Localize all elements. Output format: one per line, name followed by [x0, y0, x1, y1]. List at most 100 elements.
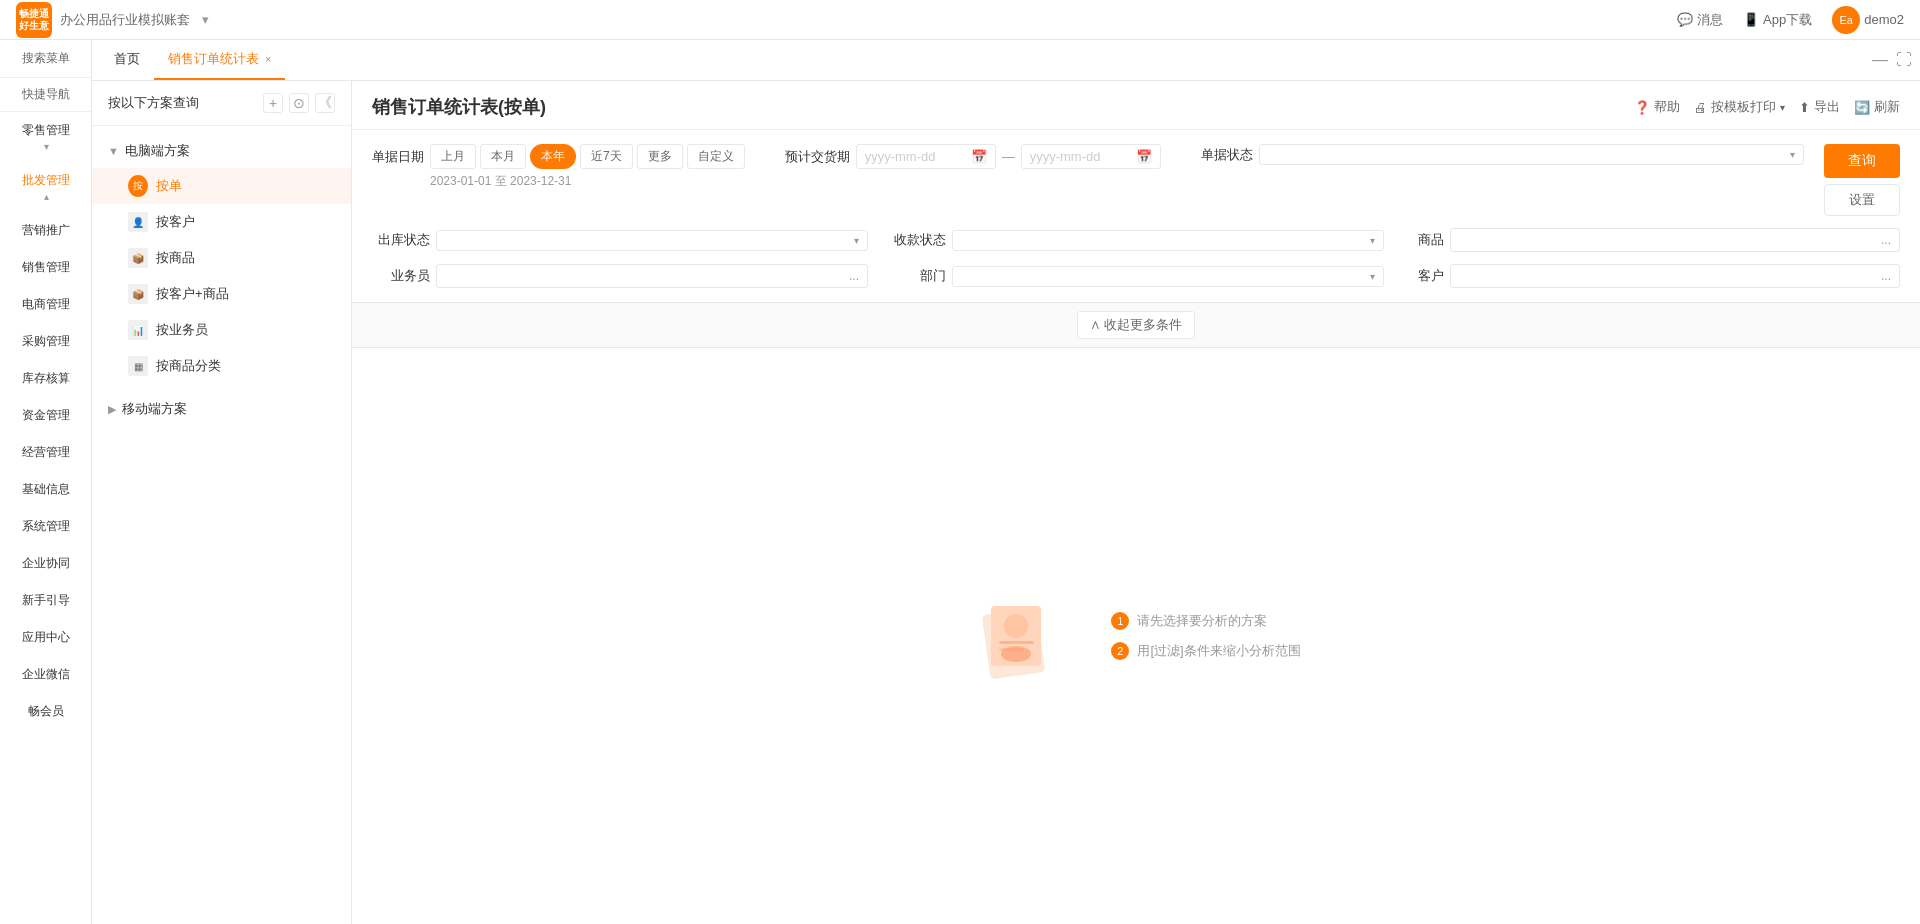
export-btn[interactable]: ⬆ 导出	[1799, 98, 1840, 116]
sidebar-item-quick-nav[interactable]: 快捷导航	[0, 78, 91, 112]
goods-filter-group: 商品 ...	[1404, 228, 1900, 252]
tab-actions: — ⛶	[1872, 51, 1912, 69]
salesperson-input[interactable]: ...	[436, 264, 868, 288]
app-icon: 📱	[1743, 12, 1759, 27]
expected-date-start[interactable]: yyyy-mm-dd 📅	[856, 144, 996, 169]
right-panel: 销售订单统计表(按单) ❓ 帮助 🖨 按模板打印 ▾ ⬆	[352, 81, 1920, 924]
dept-select[interactable]: ▾	[952, 266, 1384, 287]
empty-tip-1: 1 请先选择要分析的方案	[1111, 612, 1300, 630]
topbar-left: 畅捷通好生意 办公用品行业模拟账套 ▾	[16, 2, 209, 38]
sidebar-item-purchase[interactable]: 采购管理	[0, 323, 91, 360]
sidebar-finance-label: 资金管理	[22, 407, 70, 424]
sidebar-item-retail[interactable]: 零售管理 ▾	[0, 112, 91, 162]
tip-2-num: 2	[1111, 642, 1129, 660]
empty-state: 1 请先选择要分析的方案 2 用[过滤]条件来缩小分析范围	[352, 348, 1920, 924]
app-download-btn[interactable]: 📱 App下载	[1743, 11, 1812, 29]
status-filter-group: 单据状态 ▾	[1201, 144, 1804, 165]
calendar-end-icon: 📅	[1136, 149, 1152, 164]
workspace-arrow[interactable]: ▾	[202, 12, 209, 27]
sidebar-cooperation-label: 企业协同	[22, 555, 70, 572]
date-btn-this-month[interactable]: 本月	[480, 144, 526, 169]
export-icon: ⬆	[1799, 100, 1810, 115]
sidebar-quick-nav-label: 快捷导航	[22, 87, 70, 101]
expected-date-end[interactable]: yyyy-mm-dd 📅	[1021, 144, 1161, 169]
add-scheme-btn[interactable]: +	[263, 93, 283, 113]
date-btn-last-month[interactable]: 上月	[430, 144, 476, 169]
sidebar-item-management[interactable]: 经营管理	[0, 434, 91, 471]
sidebar-item-wechat[interactable]: 企业微信	[0, 656, 91, 693]
date-btn-7days[interactable]: 近7天	[580, 144, 633, 169]
left-panel-title: 按以下方案查询	[108, 94, 199, 112]
user-profile[interactable]: Ea demo2	[1832, 6, 1904, 34]
scheme-by-goods-label: 按商品	[156, 249, 195, 267]
sidebar-item-basic[interactable]: 基础信息	[0, 471, 91, 508]
date-btn-custom[interactable]: 自定义	[687, 144, 745, 169]
tree-child-by-category[interactable]: ▦ 按商品分类	[92, 348, 351, 384]
tab-minimize-icon[interactable]: —	[1872, 51, 1888, 69]
sidebar-item-cooperation[interactable]: 企业协同	[0, 545, 91, 582]
date-dash: —	[1002, 149, 1015, 164]
sidebar-item-vip[interactable]: 畅会员	[0, 693, 91, 730]
sidebar: 搜索菜单 快捷导航 零售管理 ▾ 批发管理 ▴ 营销推广 销售管理 电商管理 采…	[0, 40, 92, 924]
customer-filter-group: 客户 ...	[1404, 264, 1900, 288]
sidebar-item-finance[interactable]: 资金管理	[0, 397, 91, 434]
sidebar-item-marketing[interactable]: 营销推广	[0, 212, 91, 249]
refresh-btn[interactable]: 🔄 刷新	[1854, 98, 1900, 116]
action-buttons: 查询 设置	[1824, 144, 1900, 216]
tip-1-num: 1	[1111, 612, 1129, 630]
topbar-right: 💬 消息 📱 App下载 Ea demo2	[1677, 6, 1904, 34]
sidebar-item-app-center[interactable]: 应用中心	[0, 619, 91, 656]
tab-home[interactable]: 首页	[100, 40, 154, 80]
tree-parent-pc[interactable]: ▼ 电脑端方案	[92, 134, 351, 168]
dept-label: 部门	[888, 267, 946, 285]
sidebar-item-system[interactable]: 系统管理	[0, 508, 91, 545]
customer-input[interactable]: ...	[1450, 264, 1900, 288]
delivery-select[interactable]: ▾	[436, 230, 868, 251]
tree-parent-mobile[interactable]: ▶ 移动端方案	[92, 392, 351, 426]
tab-close-icon[interactable]: ×	[265, 53, 271, 65]
sidebar-item-sales[interactable]: 销售管理	[0, 249, 91, 286]
query-button[interactable]: 查询	[1824, 144, 1900, 178]
payment-select[interactable]: ▾	[952, 230, 1384, 251]
tree-child-by-customer[interactable]: 👤 按客户	[92, 204, 351, 240]
tab-maximize-icon[interactable]: ⛶	[1896, 51, 1912, 69]
sidebar-item-ecommerce[interactable]: 电商管理	[0, 286, 91, 323]
expected-date-label: 预计交货期	[785, 148, 850, 166]
scheme-customer-goods-icon: 📦	[128, 284, 148, 304]
dept-arrow-icon: ▾	[1370, 271, 1375, 282]
sidebar-sales-label: 销售管理	[22, 259, 70, 276]
sidebar-item-search[interactable]: 搜索菜单	[0, 40, 91, 78]
delivery-status-group: 出库状态 ▾	[372, 230, 868, 251]
scheme-by-salesperson-label: 按业务员	[156, 321, 208, 339]
sidebar-item-guide[interactable]: 新手引导	[0, 582, 91, 619]
sidebar-item-wholesale[interactable]: 批发管理 ▴	[0, 162, 91, 212]
collapse-panel-btn[interactable]: 《	[315, 93, 335, 113]
calendar-start-icon: 📅	[971, 149, 987, 164]
date-btn-this-year[interactable]: 本年	[530, 144, 576, 169]
date-filter-row: 单据日期 上月 本月 本年 近7天 更多 自定义	[372, 144, 745, 169]
message-btn[interactable]: 💬 消息	[1677, 11, 1723, 29]
tree-child-by-customer-goods[interactable]: 📦 按客户+商品	[92, 276, 351, 312]
tree-child-by-salesperson[interactable]: 📊 按业务员	[92, 312, 351, 348]
goods-input[interactable]: ...	[1450, 228, 1900, 252]
collapse-btn[interactable]: ∧ 收起更多条件	[1077, 311, 1196, 339]
print-btn[interactable]: 🖨 按模板打印 ▾	[1694, 98, 1785, 116]
svg-point-2	[1004, 614, 1028, 638]
settings-button[interactable]: 设置	[1824, 184, 1900, 216]
sidebar-retail-label: 零售管理	[22, 122, 70, 139]
help-btn[interactable]: ❓ 帮助	[1634, 98, 1680, 116]
tab-sales-order-stats[interactable]: 销售订单统计表 ×	[154, 40, 285, 80]
help-icon: ❓	[1634, 100, 1650, 115]
tree-child-by-order[interactable]: 按 按单	[92, 168, 351, 204]
status-select[interactable]: ▾	[1259, 144, 1804, 165]
settings-scheme-btn[interactable]: ⊙	[289, 93, 309, 113]
tree-section-pc: ▼ 电脑端方案 按 按单 👤	[92, 126, 351, 392]
active-scheme-icon: 按	[128, 176, 148, 196]
delivery-arrow-icon: ▾	[854, 235, 859, 246]
tree-child-by-goods[interactable]: 📦 按商品	[92, 240, 351, 276]
date-label: 单据日期	[372, 148, 424, 166]
sidebar-item-inventory[interactable]: 库存核算	[0, 360, 91, 397]
empty-svg	[971, 586, 1071, 686]
date-btn-more[interactable]: 更多	[637, 144, 683, 169]
left-panel-header: 按以下方案查询 + ⊙ 《	[92, 81, 351, 126]
